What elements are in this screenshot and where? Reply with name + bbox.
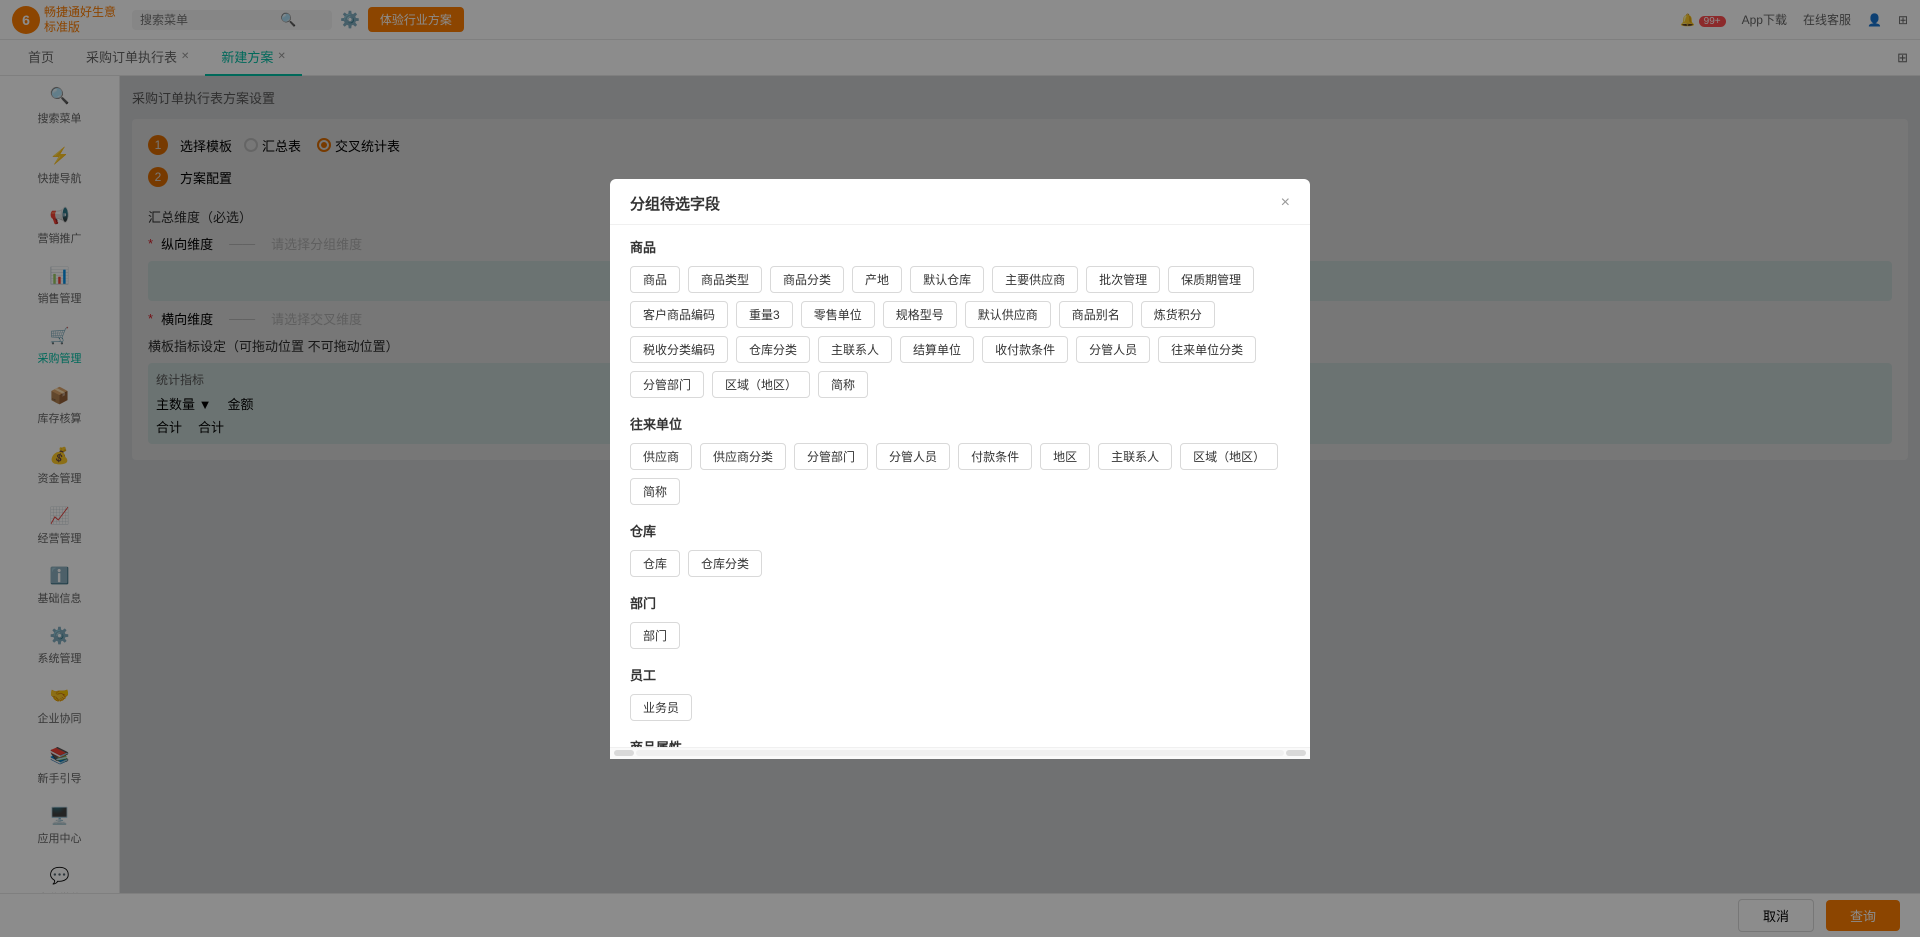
field-tag-product-payment-terms[interactable]: 收付款条件 (982, 336, 1068, 363)
field-tag-partner-dept[interactable]: 分管部门 (794, 443, 868, 470)
field-group-dept: 部门 部门 (630, 593, 1290, 649)
field-group-partner-title: 往来单位 (630, 414, 1290, 433)
field-tag-product-dept[interactable]: 分管部门 (630, 371, 704, 398)
field-tag-product-origin[interactable]: 产地 (852, 266, 902, 293)
field-tag-product-refine-pts[interactable]: 炼货积分 (1141, 301, 1215, 328)
field-tag-product-product[interactable]: 商品 (630, 266, 680, 293)
field-tag-product-type[interactable]: 商品类型 (688, 266, 762, 293)
hscrollbar-left[interactable] (614, 750, 634, 756)
field-group-product-attr: 商品属性 属性 颜色 多规格 尺码 鞋码 1 (630, 737, 1290, 748)
field-tag-product-main-supplier[interactable]: 主要供应商 (992, 266, 1078, 293)
field-group-employee: 员工 业务员 (630, 665, 1290, 721)
field-tag-partner-manager[interactable]: 分管人员 (876, 443, 950, 470)
modal-overlay: 分组待选字段 × 商品 商品 商品类型 商品分类 产地 默认仓库 主要供应商 批… (0, 0, 1920, 937)
field-tag-partner-region[interactable]: 地区 (1040, 443, 1090, 470)
field-tag-partner-contact[interactable]: 主联系人 (1098, 443, 1172, 470)
field-tag-product-region[interactable]: 区域（地区） (712, 371, 810, 398)
field-group-product-title: 商品 (630, 237, 1290, 256)
field-group-warehouse: 仓库 仓库 仓库分类 (630, 521, 1290, 577)
field-tags-product: 商品 商品类型 商品分类 产地 默认仓库 主要供应商 批次管理 保质期管理 客户… (630, 266, 1290, 398)
modal-header: 分组待选字段 × (610, 179, 1310, 225)
field-tag-partner-payment[interactable]: 付款条件 (958, 443, 1032, 470)
field-tag-employee-salesman[interactable]: 业务员 (630, 694, 692, 721)
field-tag-wh-category[interactable]: 仓库分类 (688, 550, 762, 577)
field-tag-product-main-contact[interactable]: 主联系人 (818, 336, 892, 363)
field-tag-product-batch[interactable]: 批次管理 (1086, 266, 1160, 293)
field-tag-product-weight3[interactable]: 重量3 (736, 301, 793, 328)
hscrollbar-right[interactable] (1286, 750, 1306, 756)
field-tags-partner: 供应商 供应商分类 分管部门 分管人员 付款条件 地区 主联系人 区域（地区） … (630, 443, 1290, 505)
modal-close-btn[interactable]: × (1281, 194, 1290, 212)
field-tag-product-tax-code[interactable]: 税收分类编码 (630, 336, 728, 363)
field-tag-product-spec[interactable]: 规格型号 (883, 301, 957, 328)
field-group-dept-title: 部门 (630, 593, 1290, 612)
field-tag-product-alias[interactable]: 商品别名 (1059, 301, 1133, 328)
field-tag-partner-abbr[interactable]: 简称 (630, 478, 680, 505)
field-group-product: 商品 商品 商品类型 商品分类 产地 默认仓库 主要供应商 批次管理 保质期管理… (630, 237, 1290, 398)
field-tag-product-manager[interactable]: 分管人员 (1076, 336, 1150, 363)
field-tag-product-unit-category[interactable]: 往来单位分类 (1158, 336, 1256, 363)
field-tag-product-customer-code[interactable]: 客户商品编码 (630, 301, 728, 328)
field-tag-product-wh-category[interactable]: 仓库分类 (736, 336, 810, 363)
field-tag-partner-area[interactable]: 区域（地区） (1180, 443, 1278, 470)
modal-title: 分组待选字段 (630, 193, 720, 214)
field-tag-product-settlement[interactable]: 结算单位 (900, 336, 974, 363)
field-tag-dept-name[interactable]: 部门 (630, 622, 680, 649)
modal: 分组待选字段 × 商品 商品 商品类型 商品分类 产地 默认仓库 主要供应商 批… (610, 179, 1310, 759)
field-tag-product-category[interactable]: 商品分类 (770, 266, 844, 293)
field-group-partner: 往来单位 供应商 供应商分类 分管部门 分管人员 付款条件 地区 主联系人 区域… (630, 414, 1290, 505)
modal-hscrollbar[interactable] (610, 747, 1310, 759)
field-group-warehouse-title: 仓库 (630, 521, 1290, 540)
field-tag-product-abbr[interactable]: 简称 (818, 371, 868, 398)
field-tag-wh-name[interactable]: 仓库 (630, 550, 680, 577)
field-tag-product-default-sup[interactable]: 默认供应商 (965, 301, 1051, 328)
field-tag-product-retail-unit[interactable]: 零售单位 (801, 301, 875, 328)
field-tag-product-default-wh[interactable]: 默认仓库 (910, 266, 984, 293)
modal-body: 商品 商品 商品类型 商品分类 产地 默认仓库 主要供应商 批次管理 保质期管理… (610, 225, 1310, 748)
field-tags-employee: 业务员 (630, 694, 1290, 721)
field-tags-dept: 部门 (630, 622, 1290, 649)
field-tags-warehouse: 仓库 仓库分类 (630, 550, 1290, 577)
field-group-employee-title: 员工 (630, 665, 1290, 684)
field-tag-partner-supplier[interactable]: 供应商 (630, 443, 692, 470)
field-tag-partner-supplier-cat[interactable]: 供应商分类 (700, 443, 786, 470)
field-group-product-attr-title: 商品属性 (630, 737, 1290, 748)
field-tag-product-quality-exp[interactable]: 保质期管理 (1168, 266, 1254, 293)
hscrollbar-track (636, 750, 1284, 756)
